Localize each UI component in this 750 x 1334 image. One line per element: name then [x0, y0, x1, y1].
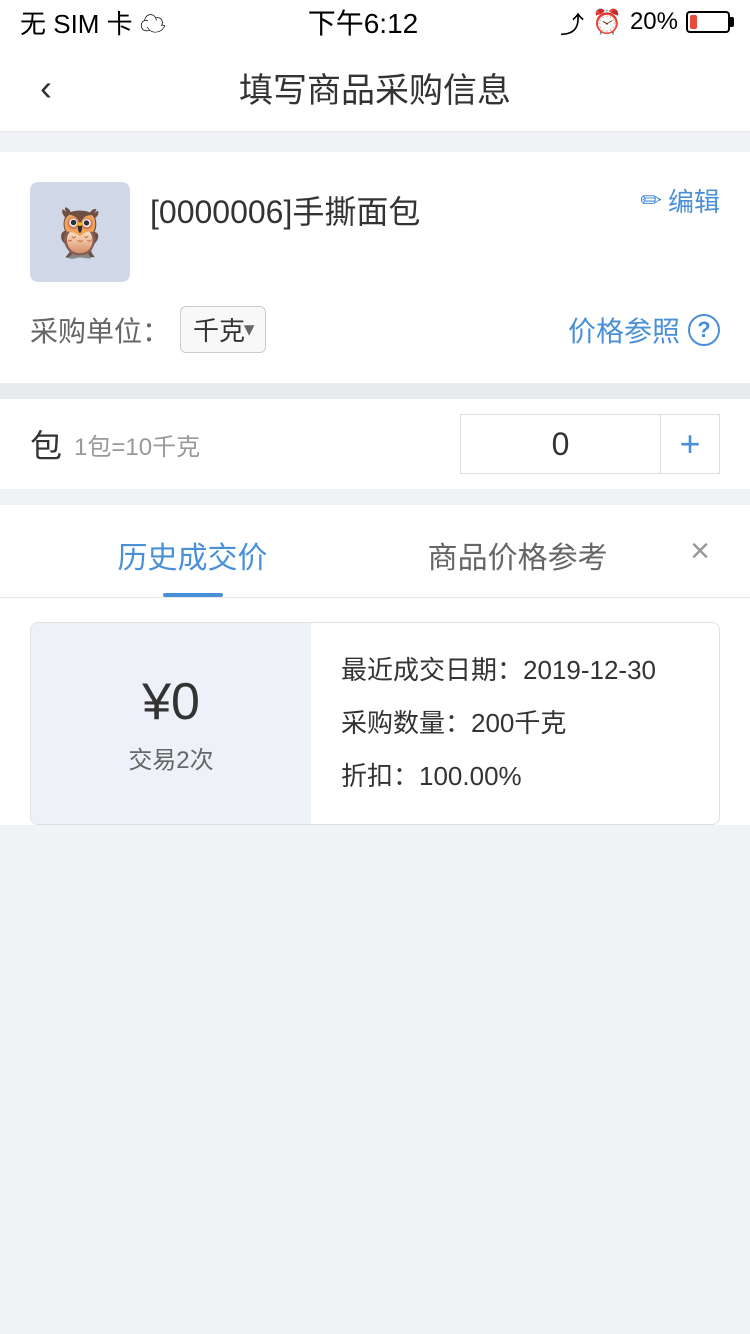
quantity-row: 包 1包=10千克 0 + [0, 399, 750, 489]
unit-label: 采购单位： 千克 [30, 306, 266, 353]
qty-unit: 包 [30, 421, 62, 467]
product-name: [0000006]手撕面包 [150, 182, 420, 233]
qty-conversion: 1包=10千克 [74, 427, 200, 462]
unit-select[interactable]: 千克 [180, 306, 266, 353]
product-card: 🦉 [0000006]手撕面包 ✏ 编辑 采购单位： 千克 价格参照 ? [0, 152, 750, 383]
quantity-plus-button[interactable]: + [660, 414, 720, 474]
battery-icon [686, 11, 730, 33]
unit-select-wrapper[interactable]: 千克 [180, 306, 266, 353]
qty-detail-label: 采购数量： [341, 708, 471, 738]
section-divider [0, 383, 750, 399]
edit-button[interactable]: ✏ 编辑 [640, 182, 720, 219]
navigation-icon: ⤴ [560, 5, 584, 40]
product-logo-icon: 🦉 [50, 204, 110, 261]
quantity-input[interactable]: 0 [460, 414, 660, 474]
status-bar: 无 SIM 卡 ☁ 下午6:12 ⤴ ⏰ 20% [0, 0, 750, 44]
history-date-row: 最近成交日期：2019-12-30 [341, 651, 689, 690]
history-price: ¥0 [142, 672, 200, 732]
status-right: ⤴ ⏰ 20% [560, 5, 730, 40]
history-qty-row: 采购数量：200千克 [341, 704, 689, 743]
history-transactions: 交易2次 [128, 740, 213, 775]
close-button[interactable]: × [680, 512, 720, 591]
edit-label: 编辑 [668, 182, 720, 219]
status-time: 下午6:12 [308, 2, 419, 42]
price-ref-button[interactable]: 价格参照 ? [568, 310, 720, 350]
date-label: 最近成交日期： [341, 655, 523, 685]
quantity-label: 包 1包=10千克 [30, 421, 200, 467]
quantity-controls: 0 + [460, 414, 720, 474]
price-ref-label: 价格参照 [568, 310, 680, 350]
help-icon: ? [688, 314, 720, 346]
back-button[interactable]: ‹ [30, 57, 62, 119]
product-thumbnail: 🦉 [30, 182, 130, 282]
history-discount-row: 折扣：100.00% [341, 757, 689, 796]
status-left: 无 SIM 卡 ☁ [20, 4, 166, 41]
page-title: 填写商品采购信息 [239, 63, 511, 112]
qty-detail-value: 200千克 [471, 708, 566, 738]
tabs-header: 历史成交价 商品价格参考 × [0, 505, 750, 598]
unit-text: 采购单位： [30, 310, 170, 350]
tab-history-price[interactable]: 历史成交价 [30, 505, 355, 597]
tab-product-price-ref[interactable]: 商品价格参考 [355, 505, 680, 597]
history-card: ¥0 交易2次 最近成交日期：2019-12-30 采购数量：200千克 折扣：… [30, 622, 720, 825]
history-details: 最近成交日期：2019-12-30 采购数量：200千克 折扣：100.00% [311, 623, 719, 824]
tabs-section: 历史成交价 商品价格参考 × ¥0 交易2次 最近成交日期：2019-12-30… [0, 505, 750, 825]
network-label: 无 SIM 卡 ☁ [20, 4, 166, 41]
alarm-icon: ⏰ [592, 8, 622, 37]
discount-value: 100.00% [419, 761, 522, 791]
date-value: 2019-12-30 [523, 655, 656, 685]
header: ‹ 填写商品采购信息 [0, 44, 750, 132]
history-summary: ¥0 交易2次 [31, 623, 311, 824]
edit-icon: ✏ [640, 185, 662, 216]
battery-percent: 20% [630, 8, 678, 36]
discount-label: 折扣： [341, 761, 419, 791]
